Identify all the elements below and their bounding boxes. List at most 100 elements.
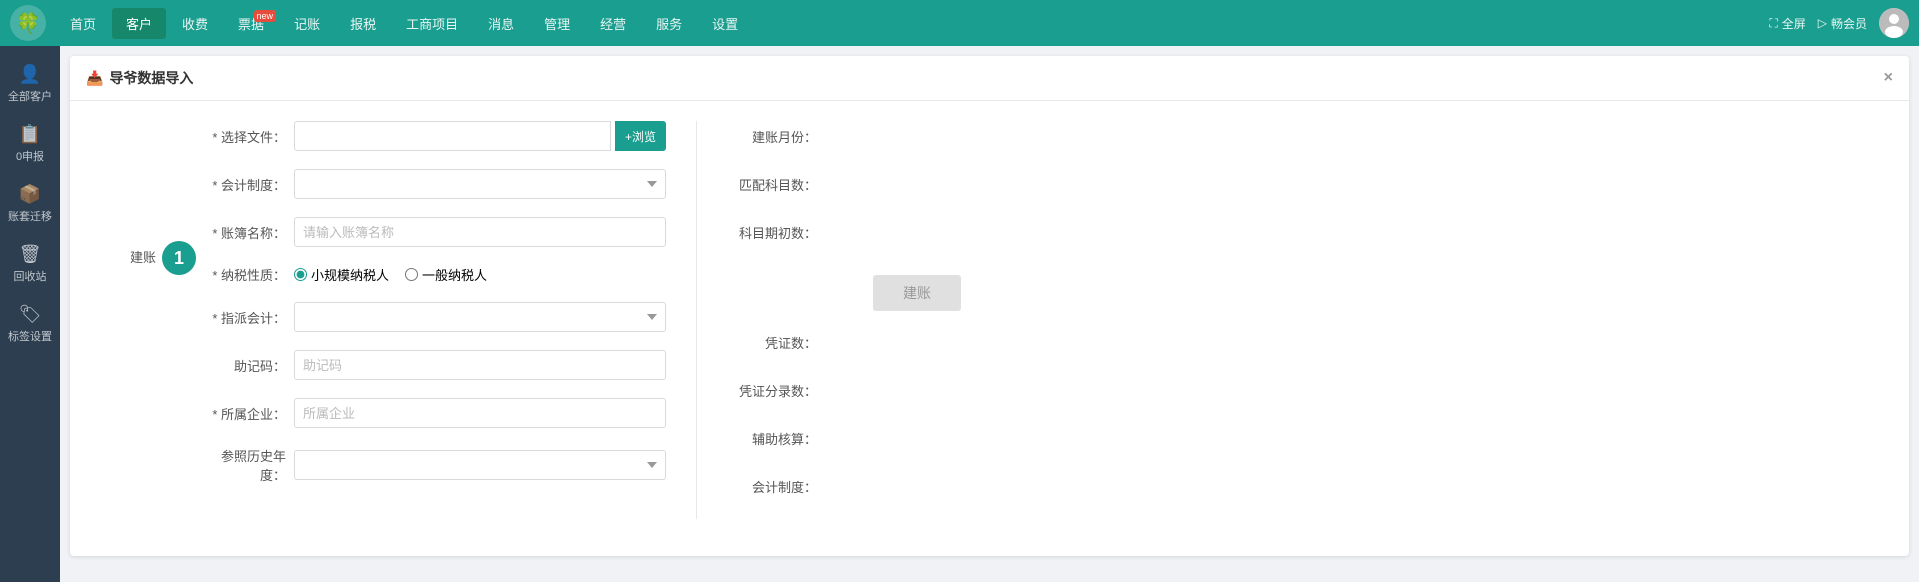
sidebar-label-migrate: 账套迁移	[8, 208, 52, 224]
accounting-system-select[interactable]	[294, 169, 666, 199]
voucher-entries-value	[825, 375, 1107, 405]
tax-option1-label[interactable]: 小规模纳税人	[294, 265, 389, 284]
dialog-header: 📥 导爷数据导入 ×	[70, 56, 1909, 101]
dialog-header-left: 📥 导爷数据导入	[86, 68, 193, 88]
tag-icon: 🏷	[19, 304, 42, 325]
voucher-count-label: 凭证数：	[727, 333, 817, 352]
zero-declare-icon: 📋	[19, 124, 41, 145]
fullscreen-icon: ⛶	[1769, 16, 1777, 31]
accountant-label: * 指派会计：	[206, 308, 286, 327]
sidebar-item-tag-settings[interactable]: 🏷 标签设置	[0, 296, 60, 352]
file-text-input[interactable]	[294, 121, 611, 151]
file-input-wrap: +浏览	[294, 121, 666, 151]
sidebar-label-zero-declare: 0申报	[16, 148, 44, 164]
step-circle: 1	[162, 241, 196, 275]
close-button[interactable]: ×	[1884, 69, 1893, 87]
accounting-system-label: * 会计制度：	[206, 175, 286, 194]
main-layout: 👤 全部客户 📋 0申报 📦 账套迁移 🗑 回收站 🏷 标签设置 📥 导爷	[0, 46, 1919, 582]
vip-icon: ▷	[1818, 16, 1827, 30]
navbar-items: 首页 客户 收费 票据 new 记账 报税 工商项目 消息 管理 经营 服务 设…	[56, 8, 1769, 39]
aux-calc-row: 辅助核算：	[727, 423, 1107, 453]
form-left: * 选择文件： +浏览 * 会计制度：	[206, 121, 666, 502]
dialog-title-icon: 📥	[86, 70, 103, 87]
match-subjects-value	[825, 169, 1107, 199]
build-month-label: 建账月份：	[727, 127, 817, 146]
ledger-name-label: * 账簿名称：	[206, 223, 286, 242]
file-row: * 选择文件： +浏览	[206, 121, 666, 151]
sidebar-item-recycle[interactable]: 🗑 回收站	[0, 236, 60, 292]
voucher-count-value	[825, 327, 1107, 357]
nav-management[interactable]: 管理	[530, 8, 584, 39]
tax-type-label: * 纳税性质：	[206, 265, 286, 284]
nav-settings[interactable]: 设置	[698, 8, 752, 39]
voucher-entries-label: 凭证分录数：	[727, 381, 817, 400]
match-subjects-row: 匹配科目数：	[727, 169, 1107, 199]
sidebar-item-zero-declare[interactable]: 📋 0申报	[0, 116, 60, 172]
sidebar: 👤 全部客户 📋 0申报 📦 账套迁移 🗑 回收站 🏷 标签设置	[0, 46, 60, 582]
sidebar-item-migrate[interactable]: 📦 账套迁移	[0, 176, 60, 232]
ref-year-label: 参照历史年度：	[206, 446, 286, 484]
voucher-entries-row: 凭证分录数：	[727, 375, 1107, 405]
migrate-icon: 📦	[19, 184, 41, 205]
nav-tax[interactable]: 报税	[336, 8, 390, 39]
fullscreen-label: 全屏	[1782, 15, 1806, 32]
accounting-system-row: * 会计制度：	[206, 169, 666, 199]
tax-option2-label[interactable]: 一般纳税人	[405, 265, 487, 284]
avatar[interactable]	[1879, 8, 1909, 38]
ledger-name-row: * 账簿名称：	[206, 217, 666, 247]
divider	[696, 121, 697, 519]
period-initial-value	[825, 217, 1107, 247]
nav-message[interactable]: 消息	[474, 8, 528, 39]
nav-business[interactable]: 工商项目	[392, 8, 472, 39]
dialog-title: 导爷数据导入	[109, 68, 193, 88]
build-month-row: 建账月份：	[727, 121, 1107, 151]
form-right: 建账月份： 匹配科目数： 科目期初数： 建账	[727, 121, 1107, 519]
memo-code-row: 助记码：	[206, 350, 666, 380]
sidebar-label-tag-settings: 标签设置	[8, 328, 52, 344]
ledger-name-input[interactable]	[294, 217, 666, 247]
nav-fee[interactable]: 收费	[168, 8, 222, 39]
memo-code-label: 助记码：	[206, 356, 286, 375]
build-account-button[interactable]: 建账	[873, 275, 961, 311]
company-row: * 所属企业：	[206, 398, 666, 428]
vip-btn[interactable]: ▷ 畅会员	[1818, 15, 1867, 32]
right-accounting-system-label: 会计制度：	[727, 477, 817, 496]
aux-calc-label: 辅助核算：	[727, 429, 817, 448]
tax-type-radio-group: 小规模纳税人 一般纳税人	[294, 265, 487, 284]
match-subjects-label: 匹配科目数：	[727, 175, 817, 194]
company-input[interactable]	[294, 398, 666, 428]
ref-year-row: 参照历史年度：	[206, 446, 666, 484]
memo-code-input[interactable]	[294, 350, 666, 380]
new-badge: new	[254, 10, 277, 22]
navbar: 🍀 首页 客户 收费 票据 new 记账 报税 工商项目 消息 管理 经营 服务…	[0, 0, 1919, 46]
content-area: 📥 导爷数据导入 × 建账 1 * 选择文件：	[60, 46, 1919, 582]
tax-option2-radio[interactable]	[405, 268, 418, 281]
navbar-right: ⛶ 全屏 ▷ 畅会员	[1769, 8, 1909, 38]
step-area-label: 建账	[130, 247, 156, 266]
nav-client[interactable]: 客户	[112, 8, 166, 39]
right-accounting-system-value	[825, 471, 1107, 501]
sidebar-item-all-clients[interactable]: 👤 全部客户	[0, 56, 60, 112]
nav-home[interactable]: 首页	[56, 8, 110, 39]
dialog-panel: 📥 导爷数据导入 × 建账 1 * 选择文件：	[70, 56, 1909, 556]
sidebar-label-recycle: 回收站	[14, 268, 47, 284]
step-area: 建账 1	[130, 121, 196, 275]
fullscreen-btn[interactable]: ⛶ 全屏	[1769, 15, 1805, 32]
tax-option1-radio[interactable]	[294, 268, 307, 281]
browse-button[interactable]: +浏览	[615, 121, 666, 151]
nav-bookkeeping[interactable]: 记账	[280, 8, 334, 39]
recycle-icon: 🗑	[19, 244, 42, 265]
logo-icon: 🍀	[16, 11, 41, 36]
dialog-body: 建账 1 * 选择文件： +浏览 * 会计制度：	[70, 101, 1909, 539]
tax-type-row: * 纳税性质： 小规模纳税人 一般纳税人	[206, 265, 666, 284]
period-initial-row: 科目期初数：	[727, 217, 1107, 247]
all-clients-icon: 👤	[19, 64, 41, 85]
voucher-count-row: 凭证数：	[727, 327, 1107, 357]
nav-invoice[interactable]: 票据 new	[224, 8, 278, 39]
logo[interactable]: 🍀	[10, 5, 46, 41]
nav-operation[interactable]: 经营	[586, 8, 640, 39]
nav-service[interactable]: 服务	[642, 8, 696, 39]
accountant-select[interactable]	[294, 302, 666, 332]
tax-option2-text: 一般纳税人	[422, 265, 487, 284]
ref-year-select[interactable]	[294, 450, 666, 480]
